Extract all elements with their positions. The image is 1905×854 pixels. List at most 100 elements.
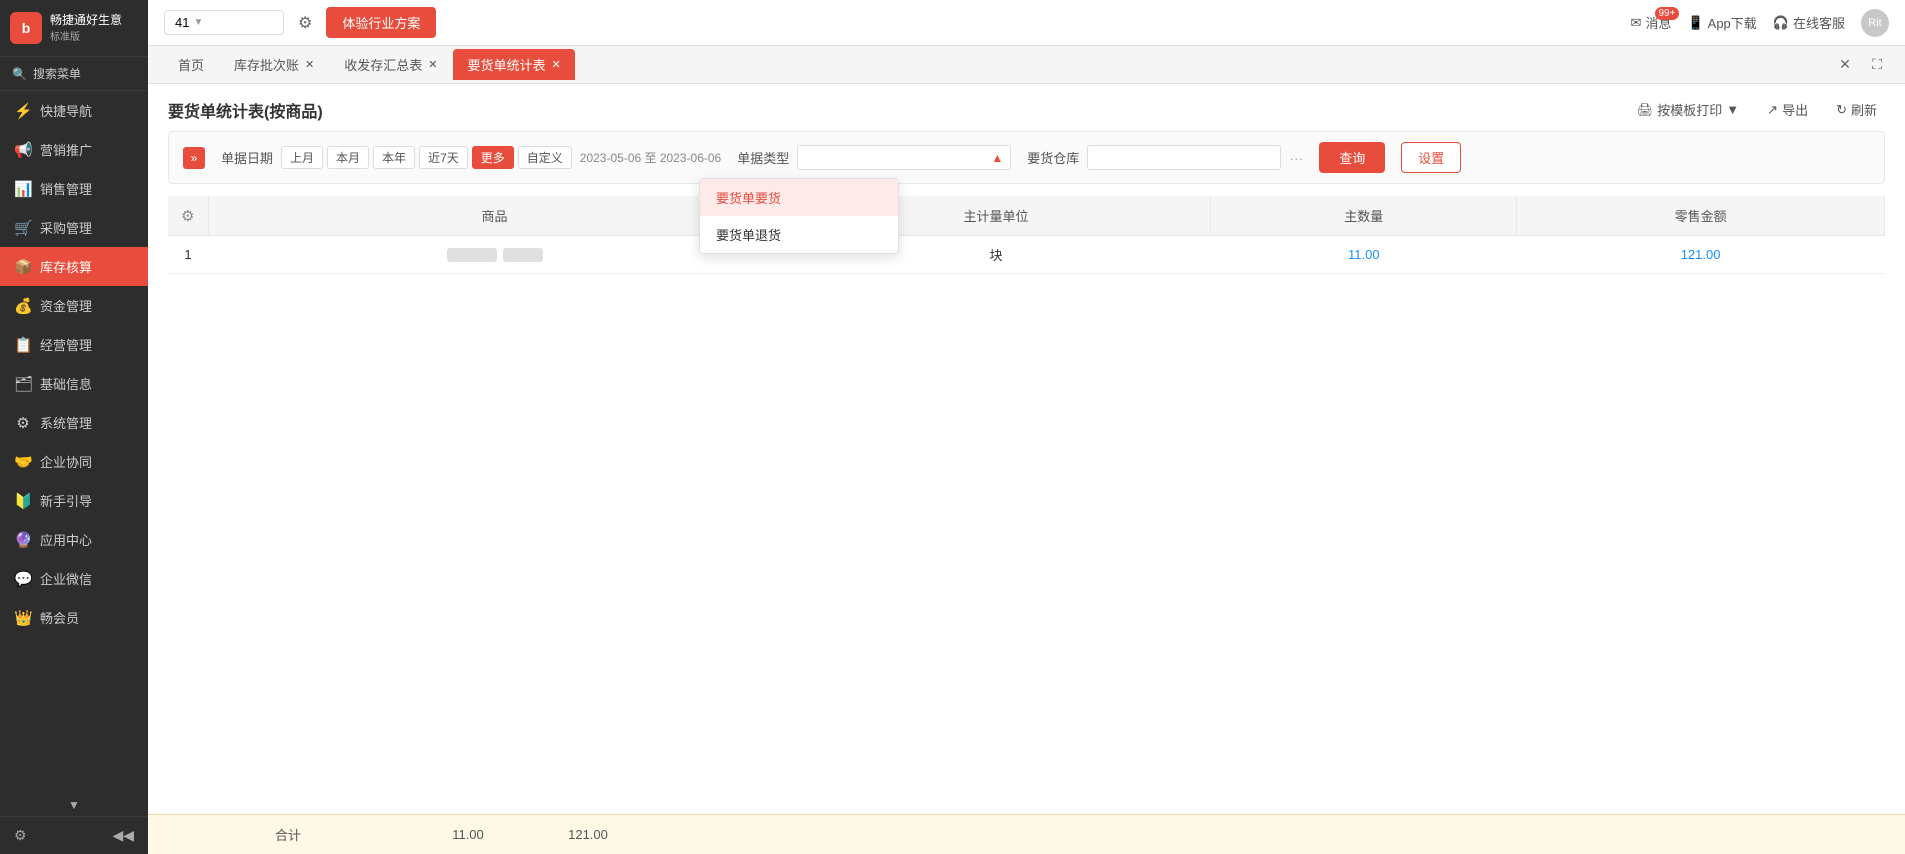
row-amount: 121.00	[1517, 236, 1885, 274]
settings-button[interactable]: 设置	[1401, 142, 1461, 173]
filter-expand-button[interactable]: »	[183, 147, 205, 169]
shortcut-icon: ⚡	[14, 102, 32, 120]
type-filter-label: 单据类型	[737, 148, 789, 167]
sidebar-scroll-down[interactable]: ▼	[0, 794, 148, 816]
table-header-row: ⚙ 商品 主计量单位 主数量 零售金额	[168, 196, 1885, 236]
print-chevron-icon: ▼	[1726, 102, 1739, 117]
topbar-left: 41 ▼ ⚙ 体验行业方案	[164, 7, 1619, 38]
store-chevron-icon: ▼	[193, 17, 203, 28]
tab-label: 库存批次账	[234, 55, 299, 74]
system-icon: ⚙	[14, 414, 32, 432]
sidebar-item-purchase[interactable]: 🛒 采购管理	[0, 208, 148, 247]
custom-date-button[interactable]: 自定义	[518, 146, 572, 169]
online-service-action[interactable]: 🎧 在线客服	[1773, 13, 1845, 32]
export-icon: ↗	[1767, 102, 1778, 118]
collapse-icon[interactable]: ◀◀	[112, 827, 134, 844]
sidebar-item-vip[interactable]: 👑 畅会员	[0, 598, 148, 637]
col-qty: 主数量	[1211, 196, 1517, 236]
page-area: 要货单统计表(按商品) 🖨 按模板打印 ▼ ↗ 导出 ↻ 刷新 »	[148, 84, 1905, 854]
tab-close-icon[interactable]: ✕	[305, 58, 314, 71]
query-button[interactable]: 查询	[1319, 142, 1385, 173]
sidebar-item-basic[interactable]: 🗂 基础信息	[0, 364, 148, 403]
sidebar-item-label: 应用中心	[40, 530, 92, 549]
table-row: 1 块 11.00 121.00	[168, 236, 1885, 274]
tab-label: 要货单统计表	[467, 55, 545, 74]
sidebar-item-guide[interactable]: 🔰 新手引导	[0, 481, 148, 520]
tab-receivable-summary[interactable]: 收发存汇总表 ✕	[330, 49, 451, 80]
sidebar-item-sales[interactable]: 📊 销售管理	[0, 169, 148, 208]
tab-home[interactable]: 首页	[164, 49, 218, 80]
purchase-icon: 🛒	[14, 219, 32, 237]
warehouse-filter-group: 要货仓库 ···	[1027, 145, 1303, 170]
messages-action[interactable]: ✉ 消息 99+	[1631, 13, 1672, 32]
app-edition: 标准版	[50, 28, 122, 43]
tab-inventory-batch[interactable]: 库存批次账 ✕	[220, 49, 328, 80]
table-footer: 合计 11.00 121.00	[148, 814, 1905, 854]
settings-footer-icon[interactable]: ⚙	[14, 827, 27, 844]
type-select-input[interactable]	[797, 145, 1011, 170]
expand-tabs-button[interactable]: ⛶	[1865, 53, 1889, 77]
sidebar-item-shortcut[interactable]: ⚡ 快捷导航	[0, 91, 148, 130]
sidebar-item-label: 经营管理	[40, 335, 92, 354]
table-col-settings-icon[interactable]: ⚙	[181, 208, 194, 225]
sidebar-item-operation[interactable]: 📋 经营管理	[0, 325, 148, 364]
avatar[interactable]: Rit	[1861, 9, 1889, 37]
print-icon: 🖨	[1637, 102, 1654, 118]
table-wrap: ⚙ 商品 主计量单位 主数量 零售金额	[148, 196, 1905, 814]
footer-total-label: 合计	[168, 825, 408, 844]
last-month-button[interactable]: 上月	[281, 146, 323, 169]
export-button[interactable]: ↗ 导出	[1759, 96, 1816, 123]
sidebar-item-label: 系统管理	[40, 413, 92, 432]
sidebar-item-finance[interactable]: 💰 资金管理	[0, 286, 148, 325]
tab-label: 收发存汇总表	[344, 55, 422, 74]
messages-badge: 99+	[1655, 7, 1680, 20]
warehouse-input[interactable]	[1087, 145, 1281, 170]
sidebar-item-label: 新手引导	[40, 491, 92, 510]
date-filter-label: 单据日期	[221, 148, 273, 167]
warehouse-more-icon[interactable]: ···	[1289, 150, 1303, 166]
sidebar-item-inventory[interactable]: 📦 库存核算	[0, 247, 148, 286]
topbar-settings-icon[interactable]: ⚙	[294, 9, 316, 37]
this-year-button[interactable]: 本年	[373, 146, 415, 169]
tab-home-label: 首页	[178, 55, 204, 74]
trial-button[interactable]: 体验行业方案	[326, 7, 436, 38]
refresh-button[interactable]: ↻ 刷新	[1828, 96, 1885, 123]
inventory-icon: 📦	[14, 258, 32, 276]
sidebar-item-label: 快捷导航	[40, 101, 92, 120]
this-month-button[interactable]: 本月	[327, 146, 369, 169]
sidebar-item-wechat[interactable]: 💬 企业微信	[0, 559, 148, 598]
sidebar-item-label: 资金管理	[40, 296, 92, 315]
dropdown-item-order-type-2[interactable]: 要货单退货	[700, 216, 898, 253]
more-dates-button[interactable]: 更多	[472, 146, 514, 169]
page-actions: 🖨 按模板打印 ▼ ↗ 导出 ↻ 刷新	[1629, 96, 1885, 123]
col-settings: ⚙	[168, 196, 208, 236]
sidebar-item-enterprise[interactable]: 🤝 企业协同	[0, 442, 148, 481]
operation-icon: 📋	[14, 336, 32, 354]
finance-icon: 💰	[14, 297, 32, 315]
app-logo: b 畅捷通好生意 标准版	[0, 0, 148, 57]
date-range-text: 2023-05-06 至 2023-06-06	[580, 149, 721, 166]
sidebar-search[interactable]: 🔍 搜索菜单	[0, 57, 148, 91]
message-icon: ✉	[1631, 15, 1642, 31]
warehouse-filter-label: 要货仓库	[1027, 148, 1079, 167]
type-select-chevron-icon[interactable]: ▲	[991, 151, 1003, 165]
topbar: 41 ▼ ⚙ 体验行业方案 ✉ 消息 99+ 📱 App下载 🎧 在线客服 Ri…	[148, 0, 1905, 46]
product-name-placeholder	[447, 248, 497, 262]
tab-order-stats[interactable]: 要货单统计表 ✕	[453, 49, 574, 80]
tab-close-icon[interactable]: ✕	[552, 58, 561, 71]
close-all-tabs-button[interactable]: ✕	[1833, 53, 1857, 77]
type-dropdown: 要货单要货 要货单退货	[699, 178, 899, 254]
export-label: 导出	[1782, 100, 1808, 119]
store-selector[interactable]: 41 ▼	[164, 10, 284, 35]
dropdown-item-order-type-1[interactable]: 要货单要货	[700, 179, 898, 216]
tab-close-icon[interactable]: ✕	[428, 58, 437, 71]
sidebar-item-system[interactable]: ⚙ 系统管理	[0, 403, 148, 442]
sidebar-item-marketing[interactable]: 📢 营销推广	[0, 130, 148, 169]
last-7-days-button[interactable]: 近7天	[419, 146, 468, 169]
print-button[interactable]: 🖨 按模板打印 ▼	[1629, 96, 1747, 123]
app-download-action[interactable]: 📱 App下载	[1687, 13, 1756, 32]
sidebar-item-appcenter[interactable]: 🔮 应用中心	[0, 520, 148, 559]
date-quick-buttons: 上月 本月 本年 近7天 更多 自定义	[281, 146, 572, 169]
page-header: 要货单统计表(按商品) 🖨 按模板打印 ▼ ↗ 导出 ↻ 刷新	[148, 84, 1905, 131]
sidebar-item-label: 营销推广	[40, 140, 92, 159]
